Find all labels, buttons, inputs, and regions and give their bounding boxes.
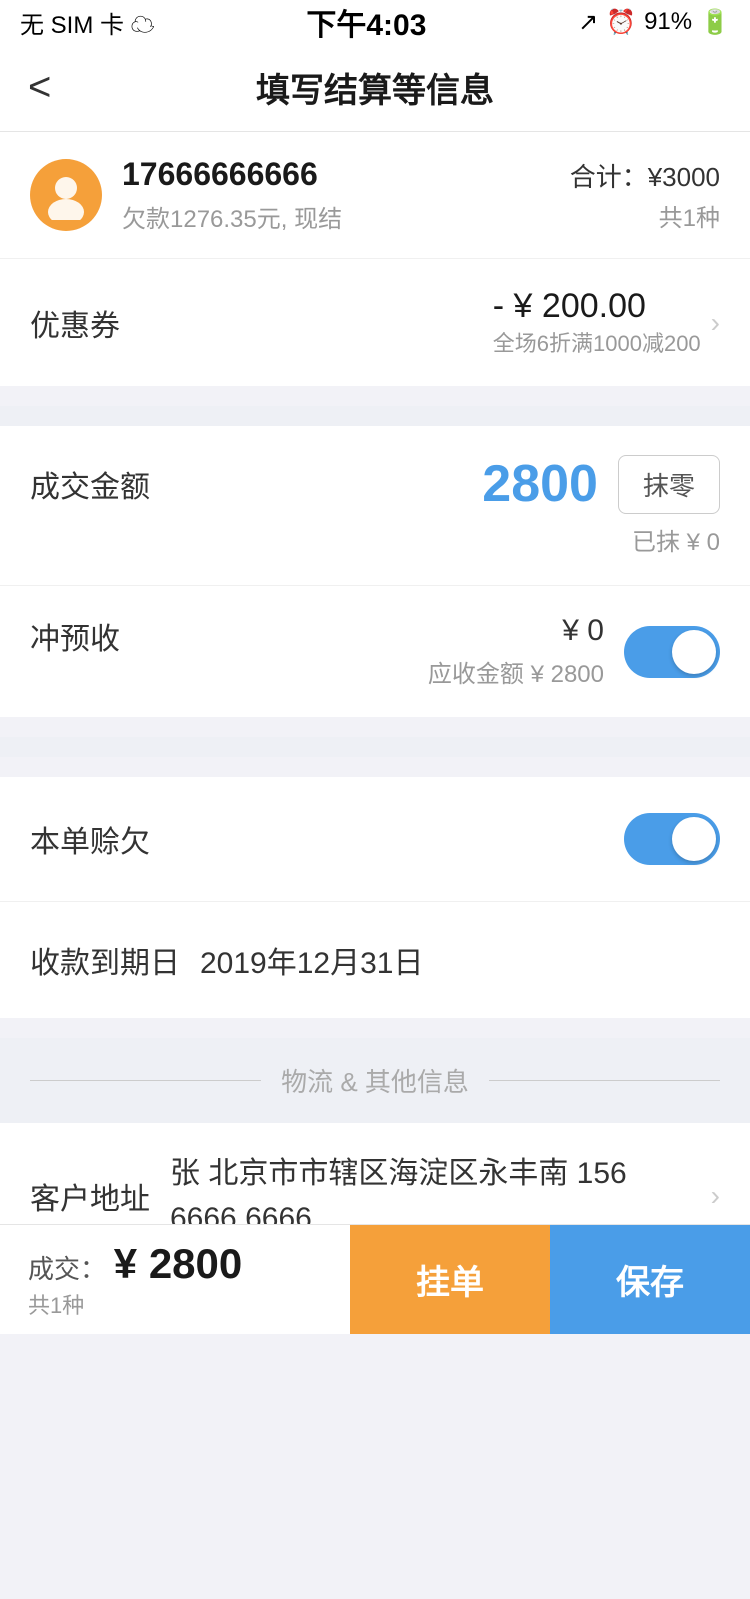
bottom-transaction-amount: ¥ 2800 [114,1240,242,1287]
bottom-summary: 成交： ¥ 2800 共1种 [0,1225,350,1334]
coupon-desc: 全场6折满1000减200 [493,326,701,358]
total-amount: 合计：¥3000 [570,157,720,194]
prepay-sub: 应收金额 ¥ 2800 [428,654,604,689]
coupon-row[interactable]: 优惠券 - ¥ 200.00 全场6折满1000减200 › [0,259,750,386]
battery-icon: 🔋 [700,8,730,37]
prepay-right: ¥ 0 应收金额 ¥ 2800 [428,614,720,689]
section-divider-2 [0,737,750,757]
user-right: 合计：¥3000 共1种 [570,157,720,233]
sim-label: 无 SIM 卡 ☁ [20,5,155,40]
user-debt: 欠款1276.35元, 现结 [122,199,342,234]
due-row: 收款到期日 2019年12月31日 [30,938,720,982]
bottom-transaction-count: 共1种 [28,1288,322,1320]
amount-value: 2800 [482,454,598,514]
debt-toggle-knob [672,817,716,861]
user-row: 17666666666 欠款1276.35元, 现结 合计：¥3000 共1种 [0,132,750,259]
save-button[interactable]: 保存 [550,1225,750,1334]
coupon-label: 优惠券 [30,301,120,345]
section-divider-1 [0,406,750,426]
amount-card: 成交金额 2800 抹零 已抹 ¥ 0 冲预收 ¥ 0 应收金额 ¥ 2800 [0,426,750,717]
bottom-transaction-label: 成交： [28,1254,106,1284]
avatar [30,159,102,231]
due-value: 2019年12月31日 [200,938,423,982]
amount-row: 成交金额 2800 抹零 [30,454,720,514]
debt-toggle[interactable] [624,813,720,865]
logistics-line-right [489,1080,720,1081]
round-button[interactable]: 抹零 [618,455,720,514]
prepay-row: 冲预收 ¥ 0 应收金额 ¥ 2800 [30,614,720,689]
logistics-section: 物流 & 其他信息 [0,1038,750,1123]
prepay-amount: ¥ 0 [428,614,604,648]
due-label: 收款到期日 [30,938,180,982]
alarm-icon: ⏰ [606,8,636,37]
chevron-right-icon: › [711,307,720,339]
back-button[interactable]: < [28,65,51,110]
bottom-spacer [0,1489,750,1599]
status-time: 下午4:03 [306,0,426,44]
nav-bar: < 填写结算等信息 [0,44,750,132]
bottom-transaction-row: 成交： ¥ 2800 [28,1240,322,1288]
logistics-text: 物流 & 其他信息 [281,1062,469,1099]
user-phone: 17666666666 [122,156,342,193]
address-chevron-icon: › [711,1180,720,1212]
user-info: 17666666666 欠款1276.35元, 现结 [122,156,342,234]
coupon-discount: - ¥ 200.00 [493,287,701,326]
amount-section: 成交金额 2800 抹零 已抹 ¥ 0 [0,426,750,585]
total-count: 共1种 [570,198,720,233]
user-left: 17666666666 欠款1276.35元, 现结 [30,156,342,234]
debt-card: 本单赊欠 收款到期日 2019年12月31日 [0,777,750,1018]
location-icon: ↗ [578,8,598,37]
due-section: 收款到期日 2019年12月31日 [0,901,750,1018]
bottom-bar: 成交： ¥ 2800 共1种 挂单 保存 [0,1224,750,1334]
prepay-label: 冲预收 [30,614,120,658]
status-left: 无 SIM 卡 ☁ [20,5,155,40]
prepay-section: 冲预收 ¥ 0 应收金额 ¥ 2800 [0,585,750,717]
address-label: 客户地址 [30,1174,170,1218]
amount-label: 成交金额 [30,462,150,506]
amount-sub: 已抹 ¥ 0 [30,522,720,557]
debt-label: 本单赊欠 [30,817,150,861]
user-card: 17666666666 欠款1276.35元, 现结 合计：¥3000 共1种 … [0,132,750,386]
battery-label: 91% [644,8,692,36]
page-title: 填写结算等信息 [256,63,494,112]
hang-button[interactable]: 挂单 [350,1225,550,1334]
prepay-toggle[interactable] [624,626,720,678]
status-right: ↗ ⏰ 91% 🔋 [578,8,730,37]
avatar-icon [41,170,91,220]
toggle-knob [672,630,716,674]
coupon-right: - ¥ 200.00 全场6折满1000减200 › [493,287,720,358]
debt-section: 本单赊欠 [0,777,750,901]
status-bar: 无 SIM 卡 ☁ 下午4:03 ↗ ⏰ 91% 🔋 [0,0,750,44]
amount-right: 2800 抹零 [482,454,720,514]
logistics-line-left [30,1080,261,1081]
